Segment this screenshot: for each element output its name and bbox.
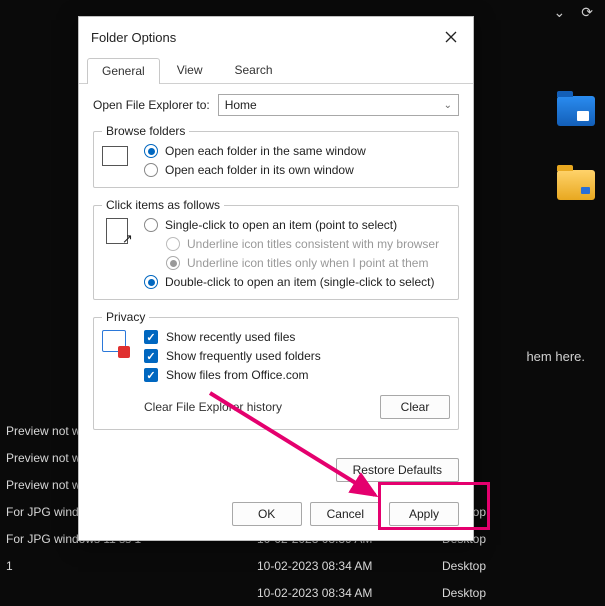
privacy-glyph-icon	[102, 330, 134, 358]
open-explorer-row: Open File Explorer to: Home ⌄	[93, 94, 459, 116]
radio-single-click[interactable]: Single-click to open an item (point to s…	[144, 218, 450, 232]
radio-icon	[144, 275, 158, 289]
radio-icon	[144, 144, 158, 158]
close-icon	[445, 31, 457, 43]
checkbox-icon	[144, 368, 158, 382]
radio-label: Double-click to open an item (single-cli…	[165, 275, 434, 289]
empty-hint: hem here.	[526, 349, 585, 364]
browse-folders-group: Browse folders Open each folder in the s…	[93, 124, 459, 188]
radio-own-window[interactable]: Open each folder in its own window	[144, 163, 450, 177]
window-controls: ⌄ ⟳	[554, 4, 593, 21]
chevron-down-icon[interactable]: ⌄	[554, 4, 566, 21]
radio-label: Single-click to open an item (point to s…	[165, 218, 397, 232]
check-label: Show frequently used folders	[166, 349, 321, 363]
browse-legend: Browse folders	[102, 124, 189, 138]
clear-history-label: Clear File Explorer history	[144, 400, 282, 414]
desktop-icons	[557, 96, 595, 200]
radio-icon	[144, 163, 158, 177]
tab-view[interactable]: View	[162, 57, 218, 83]
close-button[interactable]	[439, 25, 463, 49]
list-item: 10-02-2023 08:34 AMDesktop	[2, 579, 602, 606]
folder-options-dialog: Folder Options General View Search Open …	[78, 16, 474, 541]
radio-label: Underline icon titles only when I point …	[187, 256, 428, 270]
checkbox-icon	[144, 330, 158, 344]
check-label: Show recently used files	[166, 330, 295, 344]
radio-double-click[interactable]: Double-click to open an item (single-cli…	[144, 275, 450, 289]
radio-label: Open each folder in the same window	[165, 144, 366, 158]
check-frequent-folders[interactable]: Show frequently used folders	[144, 349, 450, 363]
window-glyph-icon	[102, 144, 134, 172]
select-value: Home	[225, 98, 257, 112]
ok-button[interactable]: OK	[232, 502, 302, 526]
document-glyph-icon	[102, 218, 134, 246]
checkbox-icon	[144, 349, 158, 363]
radio-icon	[166, 256, 180, 270]
click-legend: Click items as follows	[102, 198, 224, 212]
pictures-folder-icon[interactable]	[557, 96, 595, 126]
radio-icon	[144, 218, 158, 232]
open-explorer-label: Open File Explorer to:	[93, 98, 210, 112]
restore-defaults-button[interactable]: Restore Defaults	[336, 458, 459, 482]
apply-button[interactable]: Apply	[389, 502, 459, 526]
folder-icon[interactable]	[557, 170, 595, 200]
titlebar: Folder Options	[79, 17, 473, 57]
check-label: Show files from Office.com	[166, 368, 309, 382]
dialog-content: Open File Explorer to: Home ⌄ Browse fol…	[79, 84, 473, 452]
tab-search[interactable]: Search	[220, 57, 288, 83]
radio-icon	[166, 237, 180, 251]
click-items-group: Click items as follows Single-click to o…	[93, 198, 459, 300]
radio-label: Open each folder in its own window	[165, 163, 354, 177]
check-office-files[interactable]: Show files from Office.com	[144, 368, 450, 382]
radio-underline-point: Underline icon titles only when I point …	[166, 256, 450, 270]
dialog-footer: OK Cancel Apply	[79, 492, 473, 540]
radio-same-window[interactable]: Open each folder in the same window	[144, 144, 450, 158]
privacy-group: Privacy Show recently used files Show fr…	[93, 310, 459, 430]
check-recent-files[interactable]: Show recently used files	[144, 330, 450, 344]
clear-button[interactable]: Clear	[380, 395, 450, 419]
list-item: 110-02-2023 08:34 AMDesktop	[2, 552, 602, 579]
dialog-title: Folder Options	[91, 30, 176, 45]
privacy-legend: Privacy	[102, 310, 149, 324]
radio-label: Underline icon titles consistent with my…	[187, 237, 439, 251]
tab-general[interactable]: General	[87, 58, 160, 84]
cancel-button[interactable]: Cancel	[310, 502, 381, 526]
chevron-down-icon: ⌄	[444, 100, 452, 111]
refresh-icon[interactable]: ⟳	[581, 4, 593, 21]
open-explorer-select[interactable]: Home ⌄	[218, 94, 459, 116]
radio-underline-browser: Underline icon titles consistent with my…	[166, 237, 450, 251]
tabs: General View Search	[79, 57, 473, 84]
